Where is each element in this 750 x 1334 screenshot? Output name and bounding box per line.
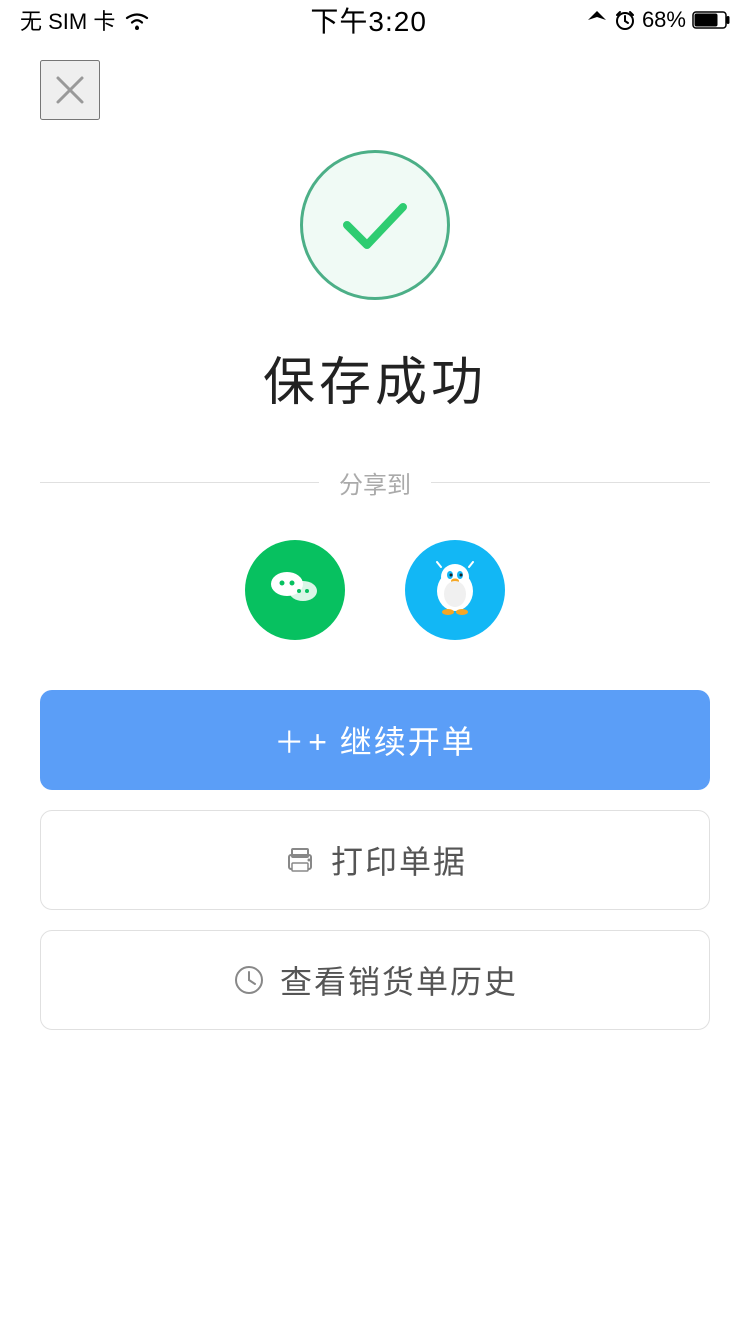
qq-share-button[interactable] — [405, 540, 505, 640]
share-label: 分享到 — [339, 465, 411, 500]
share-divider-right — [431, 482, 710, 483]
continue-button-label: + 继续开单 — [308, 717, 476, 763]
wifi-icon — [123, 9, 151, 31]
no-sim-text: 无 SIM 卡 — [20, 4, 115, 36]
clock-icon — [232, 963, 266, 997]
success-icon-circle — [300, 150, 450, 300]
status-bar-left: 无 SIM 卡 — [20, 4, 151, 36]
share-icons-row — [40, 540, 710, 640]
success-title: 保存成功 — [263, 340, 487, 415]
plus-icon: ＋ — [274, 718, 304, 762]
share-divider-left — [40, 482, 319, 483]
history-button-label: 查看销货单历史 — [280, 957, 518, 1003]
history-button[interactable]: 查看销货单历史 — [40, 930, 710, 1030]
print-button-label: 打印单据 — [331, 837, 467, 883]
main-content: 保存成功 分享到 — [0, 40, 750, 1334]
continue-button[interactable]: ＋ + 继续开单 — [40, 690, 710, 790]
status-bar-time: 下午3:20 — [310, 0, 427, 40]
battery-text: 68% — [642, 7, 686, 33]
alarm-icon — [614, 9, 636, 31]
action-buttons: ＋ + 继续开单 打印单据 — [40, 690, 710, 1030]
share-section: 分享到 — [40, 465, 710, 640]
share-divider-row: 分享到 — [40, 465, 710, 500]
location-icon — [586, 9, 608, 31]
status-bar: 无 SIM 卡 下午3:20 68% — [0, 0, 750, 40]
qq-icon — [427, 561, 483, 619]
printer-icon — [283, 843, 317, 877]
status-bar-right: 68% — [586, 7, 730, 33]
wechat-icon — [266, 564, 324, 616]
battery-icon — [692, 10, 730, 30]
checkmark-icon — [335, 185, 415, 265]
close-button[interactable] — [40, 60, 100, 120]
wechat-share-button[interactable] — [245, 540, 345, 640]
print-button[interactable]: 打印单据 — [40, 810, 710, 910]
